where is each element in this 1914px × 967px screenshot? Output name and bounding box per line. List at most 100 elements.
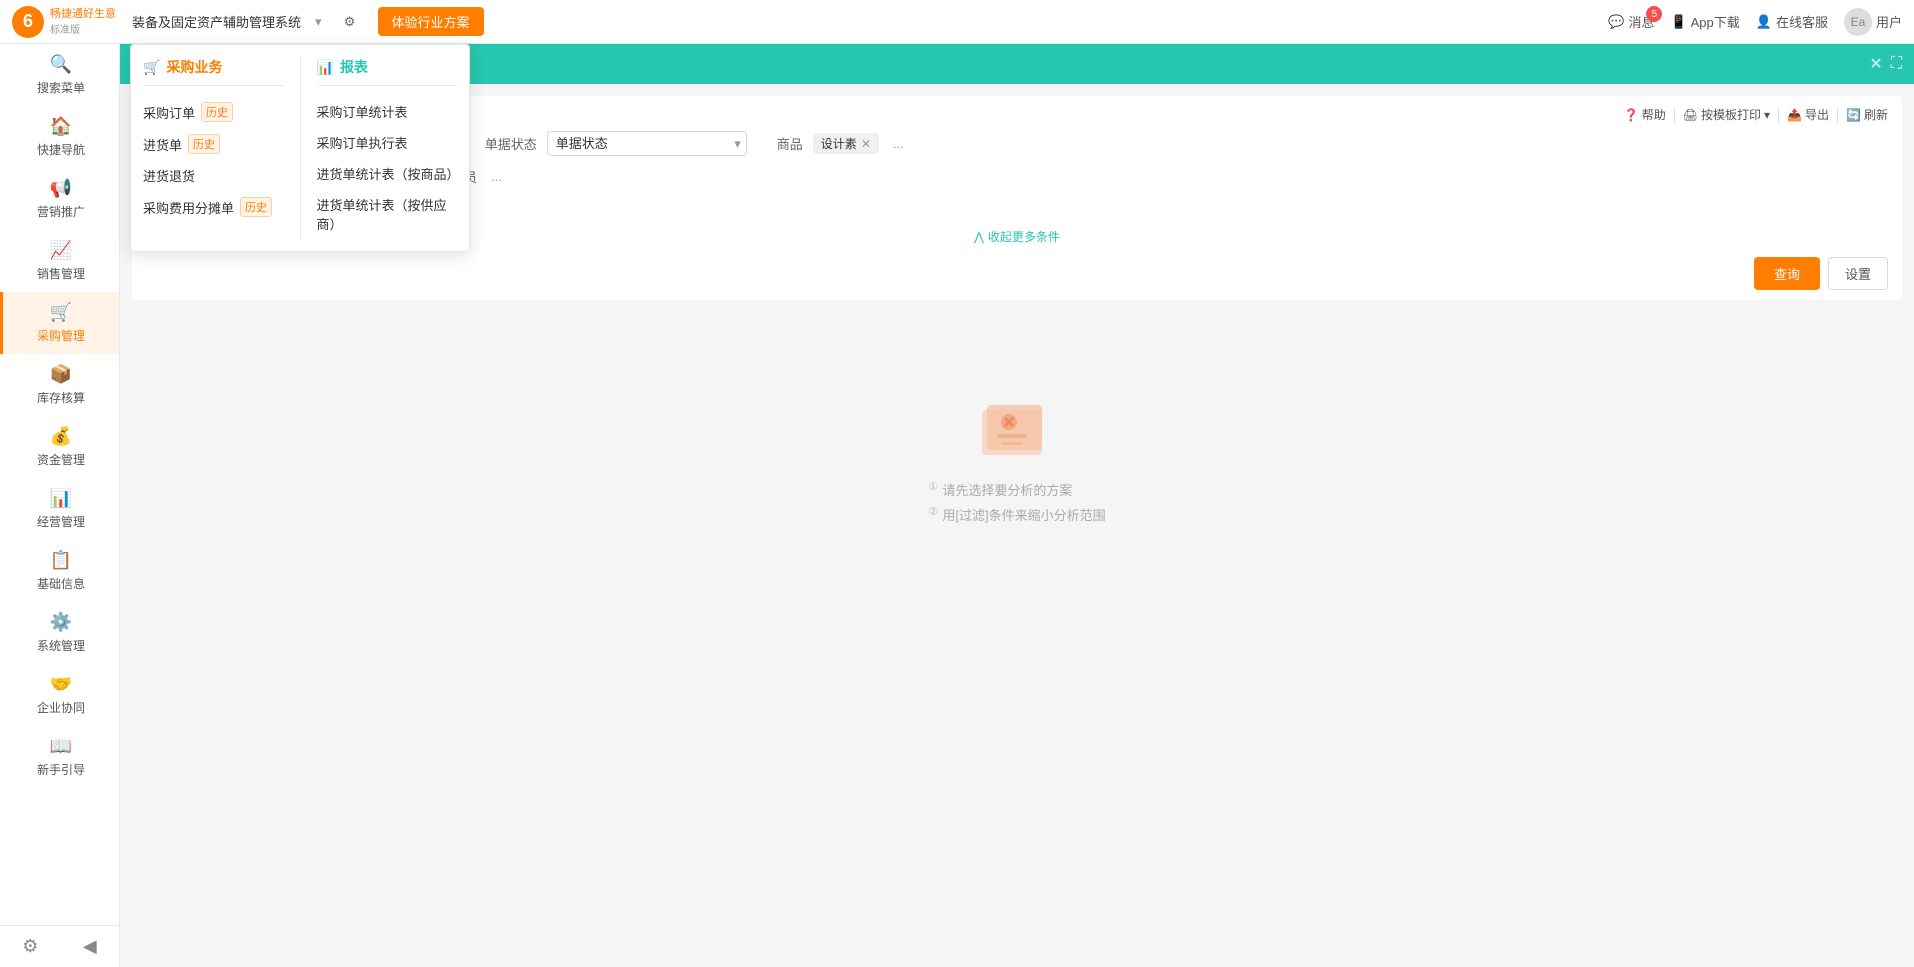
operations-icon: 📊 xyxy=(50,488,72,509)
export-icon: 📤 xyxy=(1787,108,1802,122)
print-icon: 🖨 xyxy=(1683,108,1698,122)
industry-button[interactable]: 体验行业方案 xyxy=(378,7,484,36)
logo-area: 6 畅捷通好生意 标准版 xyxy=(12,6,122,38)
help-button[interactable]: ❓ 帮助 xyxy=(1624,106,1666,123)
sidebar-label-sales: 销售管理 xyxy=(37,265,85,282)
reports-col-icon: 📊 xyxy=(317,59,334,76)
sidebar-label-purchase: 采购管理 xyxy=(37,327,85,344)
setting-button[interactable]: 设置 xyxy=(1828,257,1888,290)
sidebar-label-quick-nav: 快捷导航 xyxy=(37,141,85,158)
refresh-label: 刷新 xyxy=(1864,106,1888,123)
sidebar-label-inventory: 库存核算 xyxy=(37,389,85,406)
salesperson-dots[interactable]: ... xyxy=(491,169,502,184)
dropdown-divider xyxy=(300,57,301,239)
export-label: 导出 xyxy=(1805,106,1829,123)
settings-icon[interactable]: ⚙ xyxy=(336,8,364,36)
messages-item[interactable]: 💬 消息 5 xyxy=(1608,12,1654,31)
doc-status-label: 单据状态 xyxy=(485,134,537,153)
doc-status-select-wrapper: 单据状态 xyxy=(547,131,747,156)
sidebar-item-operations[interactable]: 📊 经营管理 xyxy=(0,478,119,540)
incoming-stats-product-item[interactable]: 进货单统计表（按商品） xyxy=(317,158,458,189)
sales-icon: 📈 xyxy=(50,240,72,261)
product-tag-text: 设计素 xyxy=(821,135,857,152)
sidebar-item-marketing[interactable]: 📢 营销推广 xyxy=(0,168,119,230)
logo-icon: 6 xyxy=(12,6,44,38)
purchase-order-exec-item[interactable]: 采购订单执行表 xyxy=(317,127,458,158)
incoming-return-item[interactable]: 进货退货 xyxy=(143,160,284,191)
product-tag-close[interactable]: ✕ xyxy=(861,137,871,151)
purchase-order-exec-label: 采购订单执行表 xyxy=(317,133,408,152)
sidebar-item-search[interactable]: 🔍 搜索菜单 xyxy=(0,44,119,106)
topbar: 6 畅捷通好生意 标准版 装备及固定资产辅助管理系统 ▾ ⚙ 体验行业方案 💬 … xyxy=(0,0,1914,44)
empty-icon xyxy=(967,390,1067,470)
print-button[interactable]: 🖨 按模板打印 ▾ xyxy=(1683,106,1770,123)
avatar: Ea xyxy=(1844,8,1872,36)
message-icon: 💬 xyxy=(1608,14,1624,30)
sidebar-label-operations: 经营管理 xyxy=(37,513,85,530)
sidebar-settings-icon[interactable]: ⚙ xyxy=(22,936,38,957)
tab-fullscreen-icon[interactable]: ⛶ xyxy=(1891,55,1902,73)
empty-text-list: 请先选择要分析的方案 用[过滤]条件来缩小分析范围 xyxy=(928,480,1105,530)
sidebar-item-guide[interactable]: 📖 新手引导 xyxy=(0,726,119,788)
collapse-up-icon: ⋀ xyxy=(974,230,984,244)
export-button[interactable]: 📤 导出 xyxy=(1787,106,1829,123)
sidebar-label-enterprise: 企业协同 xyxy=(37,699,85,716)
purchase-col-icon: 🛒 xyxy=(143,59,160,76)
incoming-return-label: 进货退货 xyxy=(143,166,195,185)
home-icon: 🏠 xyxy=(50,116,72,137)
tab-maximize-icon[interactable]: ✕ xyxy=(1869,54,1882,74)
sidebar-item-basic-info[interactable]: 📋 基础信息 xyxy=(0,540,119,602)
sidebar-item-purchase[interactable]: 🛒 采购管理 xyxy=(0,292,119,354)
search-icon: 🔍 xyxy=(50,54,72,75)
sidebar-label-marketing: 营销推广 xyxy=(37,203,85,220)
topbar-right: 💬 消息 5 📱 App下载 👤 在线客服 Ea 用户 xyxy=(1608,8,1902,36)
product-label: 商品 xyxy=(777,134,803,153)
purchase-order-item[interactable]: 采购订单 历史 xyxy=(143,96,284,128)
message-badge: 5 xyxy=(1646,6,1662,22)
purchase-expense-item[interactable]: 采购费用分摊单 历史 xyxy=(143,191,284,223)
purchase-order-history-tag: 历史 xyxy=(201,102,233,122)
phone-icon: 📱 xyxy=(1670,14,1686,30)
inventory-icon: 📦 xyxy=(50,364,72,385)
sidebar-label-guide: 新手引导 xyxy=(37,761,85,778)
refresh-icon: 🔄 xyxy=(1846,108,1861,122)
sidebar-bottom: ⚙ ◀ xyxy=(0,925,119,967)
refresh-button[interactable]: 🔄 刷新 xyxy=(1846,106,1888,123)
print-arrow-icon: ▾ xyxy=(1764,108,1770,122)
sidebar-item-finance[interactable]: 💰 资金管理 xyxy=(0,416,119,478)
empty-state: 请先选择要分析的方案 用[过滤]条件来缩小分析范围 xyxy=(132,310,1902,610)
system-icon: ⚙️ xyxy=(50,612,72,633)
online-service-item[interactable]: 👤 在线客服 xyxy=(1756,12,1828,31)
print-label: 按模板打印 xyxy=(1701,106,1761,123)
doc-status-select[interactable]: 单据状态 xyxy=(547,131,747,156)
sidebar-item-inventory[interactable]: 📦 库存核算 xyxy=(0,354,119,416)
sidebar-item-sales[interactable]: 📈 销售管理 xyxy=(0,230,119,292)
app-download-item[interactable]: 📱 App下载 xyxy=(1670,12,1739,31)
sidebar-collapse-icon[interactable]: ◀ xyxy=(83,936,97,957)
incoming-order-item[interactable]: 进货单 历史 xyxy=(143,128,284,160)
dropdown-reports-col: 📊 报表 采购订单统计表 采购订单执行表 进货单统计表（按商品） 进货单统计表（… xyxy=(305,57,470,239)
purchase-col-title: 采购业务 xyxy=(166,57,222,77)
help-label: 帮助 xyxy=(1642,106,1666,123)
incoming-stats-product-label: 进货单统计表（按商品） xyxy=(317,164,458,183)
sidebar-label-basic-info: 基础信息 xyxy=(37,575,85,592)
sidebar-label-system: 系统管理 xyxy=(37,637,85,654)
sidebar-item-quick-nav[interactable]: 🏠 快捷导航 xyxy=(0,106,119,168)
toolbar-divider2 xyxy=(1778,107,1779,123)
collapse-label: 收起更多条件 xyxy=(988,228,1060,245)
incoming-stats-supplier-label: 进货单统计表（按供应商） xyxy=(317,195,458,233)
purchase-dropdown-menu: 🛒 采购业务 采购订单 历史 进货单 历史 进货退货 采购费用分摊单 历史 xyxy=(130,44,470,252)
incoming-order-history-tag: 历史 xyxy=(188,134,220,154)
user-item[interactable]: Ea 用户 xyxy=(1844,8,1902,36)
sidebar-label-search: 搜索菜单 xyxy=(37,79,85,96)
query-button[interactable]: 查询 xyxy=(1754,257,1820,290)
purchase-order-stats-item[interactable]: 采购订单统计表 xyxy=(317,96,458,127)
incoming-stats-supplier-item[interactable]: 进货单统计表（按供应商） xyxy=(317,189,458,239)
product-dots[interactable]: ... xyxy=(893,136,904,151)
basic-info-icon: 📋 xyxy=(50,550,72,571)
sidebar-item-system[interactable]: ⚙️ 系统管理 xyxy=(0,602,119,664)
sidebar: 🔍 搜索菜单 🏠 快捷导航 📢 营销推广 📈 销售管理 🛒 采购管理 📦 库存核… xyxy=(0,44,120,967)
purchase-order-stats-label: 采购订单统计表 xyxy=(317,102,408,121)
purchase-expense-label: 采购费用分摊单 xyxy=(143,198,234,217)
sidebar-item-enterprise[interactable]: 🤝 企业协同 xyxy=(0,664,119,726)
